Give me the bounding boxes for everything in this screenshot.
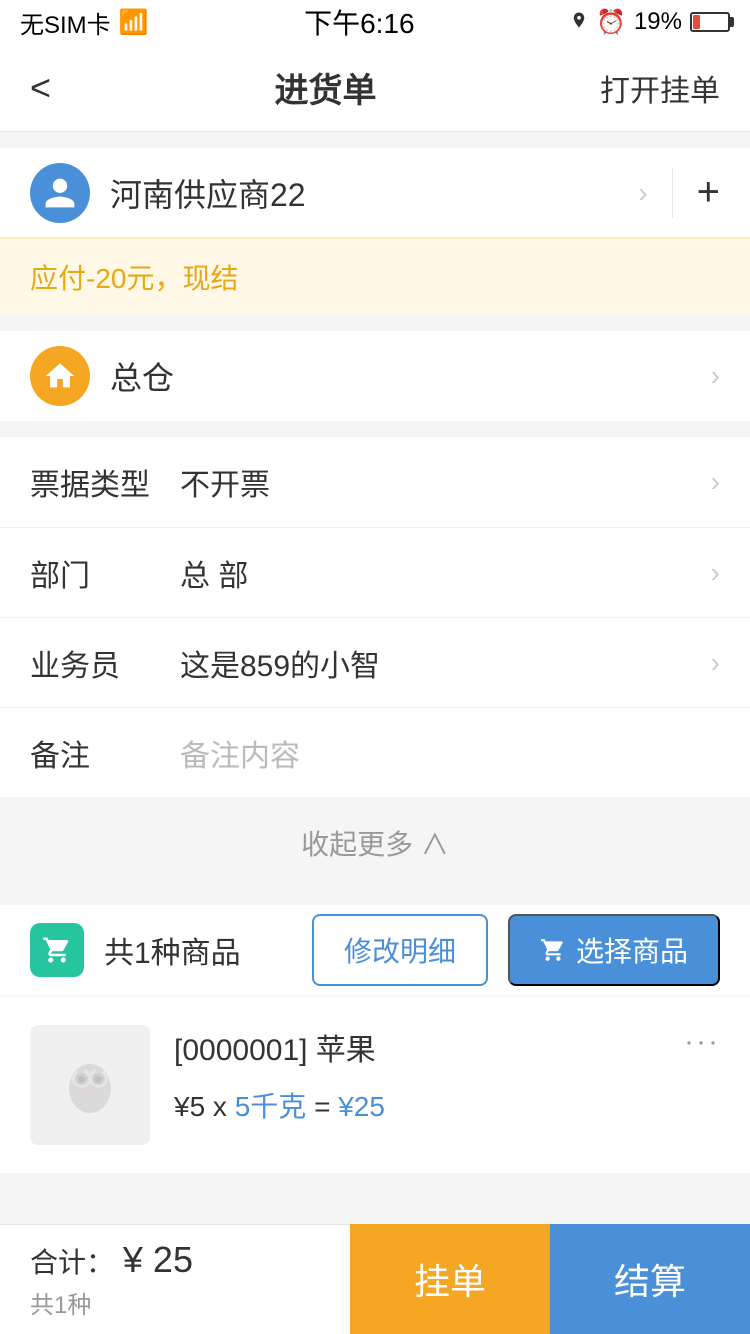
add-button[interactable]: + — [697, 170, 720, 215]
supplier-avatar — [30, 163, 90, 223]
open-pending-button[interactable]: 打开挂单 — [600, 66, 720, 110]
remark-row[interactable]: 备注 备注内容 — [0, 707, 750, 797]
alarm-icon: ⏰ — [596, 8, 626, 37]
product-info: [0000001] 苹果 ¥5 x 5千克 = ¥25 — [174, 1025, 660, 1125]
main-content: 河南供应商22 › + 应付-20元，现结 总仓 › 票据类型 不开票 › 部门… — [0, 148, 750, 1293]
products-header: 共1种商品 修改明细 选择商品 — [0, 905, 750, 995]
product-name: [0000001] 苹果 — [174, 1025, 660, 1069]
salesman-value: 这是859的小智 — [170, 641, 701, 685]
select-product-label: 选择商品 — [576, 930, 688, 970]
form-section: 票据类型 不开票 › 部门 总 部 › 业务员 这是859的小智 › 备注 备注… — [0, 437, 750, 797]
time-label: 下午6:16 — [304, 2, 415, 42]
salesman-chevron: › — [711, 647, 720, 679]
salesman-row[interactable]: 业务员 这是859的小智 › — [0, 617, 750, 707]
remark-input[interactable]: 备注内容 — [170, 731, 720, 775]
supplier-name: 河南供应商22 — [110, 170, 628, 216]
location-icon — [570, 8, 588, 36]
product-total: ¥25 — [338, 1091, 385, 1122]
total-sub: 共1种 — [30, 1285, 320, 1320]
total-area: 合计： ¥ 25 共1种 — [0, 1224, 350, 1334]
invoice-chevron: › — [711, 466, 720, 498]
supplier-alert: 应付-20元，现结 — [0, 238, 750, 315]
warehouse-row[interactable]: 总仓 › — [0, 331, 750, 421]
product-title: 苹果 — [316, 1034, 376, 1067]
salesman-label: 业务员 — [30, 641, 170, 685]
warehouse-name: 总仓 — [110, 353, 701, 399]
product-card: [0000001] 苹果 ¥5 x 5千克 = ¥25 ··· — [0, 997, 750, 1173]
warehouse-icon — [30, 346, 90, 406]
warehouse-chevron: › — [711, 360, 720, 392]
collapse-row[interactable]: 收起更多 ∧ — [0, 797, 750, 889]
total-value: ¥ 25 — [123, 1239, 193, 1280]
warehouse-section: 总仓 › — [0, 331, 750, 421]
battery-icon — [690, 12, 730, 32]
supplier-chevron: › — [638, 177, 647, 209]
select-product-button[interactable]: 选择商品 — [508, 914, 720, 986]
dept-label: 部门 — [30, 551, 170, 595]
product-more-button[interactable]: ··· — [684, 1025, 720, 1059]
page-title: 进货单 — [275, 63, 377, 112]
dept-value: 总 部 — [170, 551, 701, 595]
status-left: 无SIM卡 📶 — [20, 5, 149, 40]
supplier-row[interactable]: 河南供应商22 › + — [0, 148, 750, 238]
select-product-icon — [540, 937, 566, 963]
pending-button[interactable]: 挂单 — [350, 1224, 550, 1334]
product-price: ¥5 x 5千克 = ¥25 — [174, 1085, 660, 1125]
product-code: [0000001] — [174, 1034, 316, 1067]
invoice-value: 不开票 — [170, 460, 701, 504]
dept-row[interactable]: 部门 总 部 › — [0, 527, 750, 617]
product-thumb-icon — [55, 1050, 125, 1120]
product-thumbnail — [30, 1025, 150, 1145]
unit-price: ¥5 x — [174, 1091, 235, 1122]
invoice-row[interactable]: 票据类型 不开票 › — [0, 437, 750, 527]
battery-percent: 19% — [634, 8, 682, 36]
products-icon — [30, 923, 84, 977]
checkout-button[interactable]: 结算 — [550, 1224, 750, 1334]
product-qty: 5千克 — [235, 1091, 307, 1122]
supplier-section: 河南供应商22 › + 应付-20元，现结 — [0, 148, 750, 315]
divider — [672, 168, 673, 218]
bottom-bar: 合计： ¥ 25 共1种 挂单 结算 — [0, 1224, 750, 1334]
total-amount: 合计： ¥ 25 — [30, 1239, 320, 1281]
products-count: 共1种商品 — [104, 928, 292, 972]
total-label: 合计： — [30, 1247, 114, 1278]
remark-label: 备注 — [30, 731, 170, 775]
equals: = — [314, 1091, 338, 1122]
edit-detail-button[interactable]: 修改明细 — [312, 914, 488, 986]
wifi-icon: 📶 — [119, 8, 149, 37]
dept-chevron: › — [711, 557, 720, 589]
nav-bar: < 进货单 打开挂单 — [0, 44, 750, 132]
invoice-label: 票据类型 — [30, 460, 170, 504]
status-right: ⏰ 19% — [570, 8, 730, 37]
carrier-label: 无SIM卡 — [20, 5, 111, 40]
back-button[interactable]: < — [30, 67, 51, 109]
status-bar: 无SIM卡 📶 下午6:16 ⏰ 19% — [0, 0, 750, 44]
